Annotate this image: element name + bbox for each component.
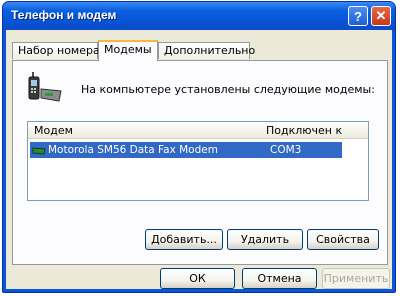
column-header-modem[interactable]: Модем bbox=[34, 124, 73, 137]
cancel-button[interactable]: Отмена bbox=[242, 268, 317, 289]
modems-list[interactable]: Модем Подключен к Motorola SM56 Data Fax… bbox=[27, 121, 369, 201]
tab-advanced[interactable]: Дополнительно bbox=[158, 42, 255, 59]
window-title: Телефон и модем bbox=[11, 8, 117, 22]
modem-name: Motorola SM56 Data Fax Modem bbox=[48, 144, 218, 156]
close-icon: ✕ bbox=[375, 8, 387, 23]
modem-port: COM3 bbox=[270, 144, 302, 156]
dialog-window: Телефон и модем ? ✕ Набор номера Модемы … bbox=[2, 1, 396, 293]
list-item[interactable]: Motorola SM56 Data Fax Modem COM3 bbox=[30, 142, 342, 158]
properties-button[interactable]: Свойства bbox=[307, 229, 379, 250]
help-button[interactable]: ? bbox=[348, 6, 368, 26]
dialog-client-area: Набор номера Модемы Дополнительно На ком… bbox=[6, 30, 392, 289]
tab-strip: Набор номера Модемы Дополнительно bbox=[12, 40, 392, 61]
list-header: Модем Подключен к bbox=[28, 122, 368, 139]
column-header-port[interactable]: Подключен к bbox=[266, 124, 342, 137]
modems-panel: На компьютере установлены следующие моде… bbox=[12, 60, 388, 265]
title-bar[interactable]: Телефон и модем ? ✕ bbox=[3, 2, 395, 30]
tab-modems[interactable]: Модемы bbox=[98, 40, 158, 61]
close-button[interactable]: ✕ bbox=[371, 6, 391, 26]
apply-button[interactable]: Применить bbox=[322, 268, 390, 289]
add-button[interactable]: Добавить... bbox=[145, 229, 223, 250]
remove-button[interactable]: Удалить bbox=[227, 229, 303, 250]
tab-dialing[interactable]: Набор номера bbox=[12, 42, 100, 59]
modem-phone-icon bbox=[28, 72, 62, 102]
help-icon: ? bbox=[354, 8, 362, 24]
info-text: На компьютере установлены следующие моде… bbox=[81, 83, 375, 96]
ok-button[interactable]: ОК bbox=[160, 268, 235, 289]
modem-row-icon bbox=[32, 147, 46, 155]
